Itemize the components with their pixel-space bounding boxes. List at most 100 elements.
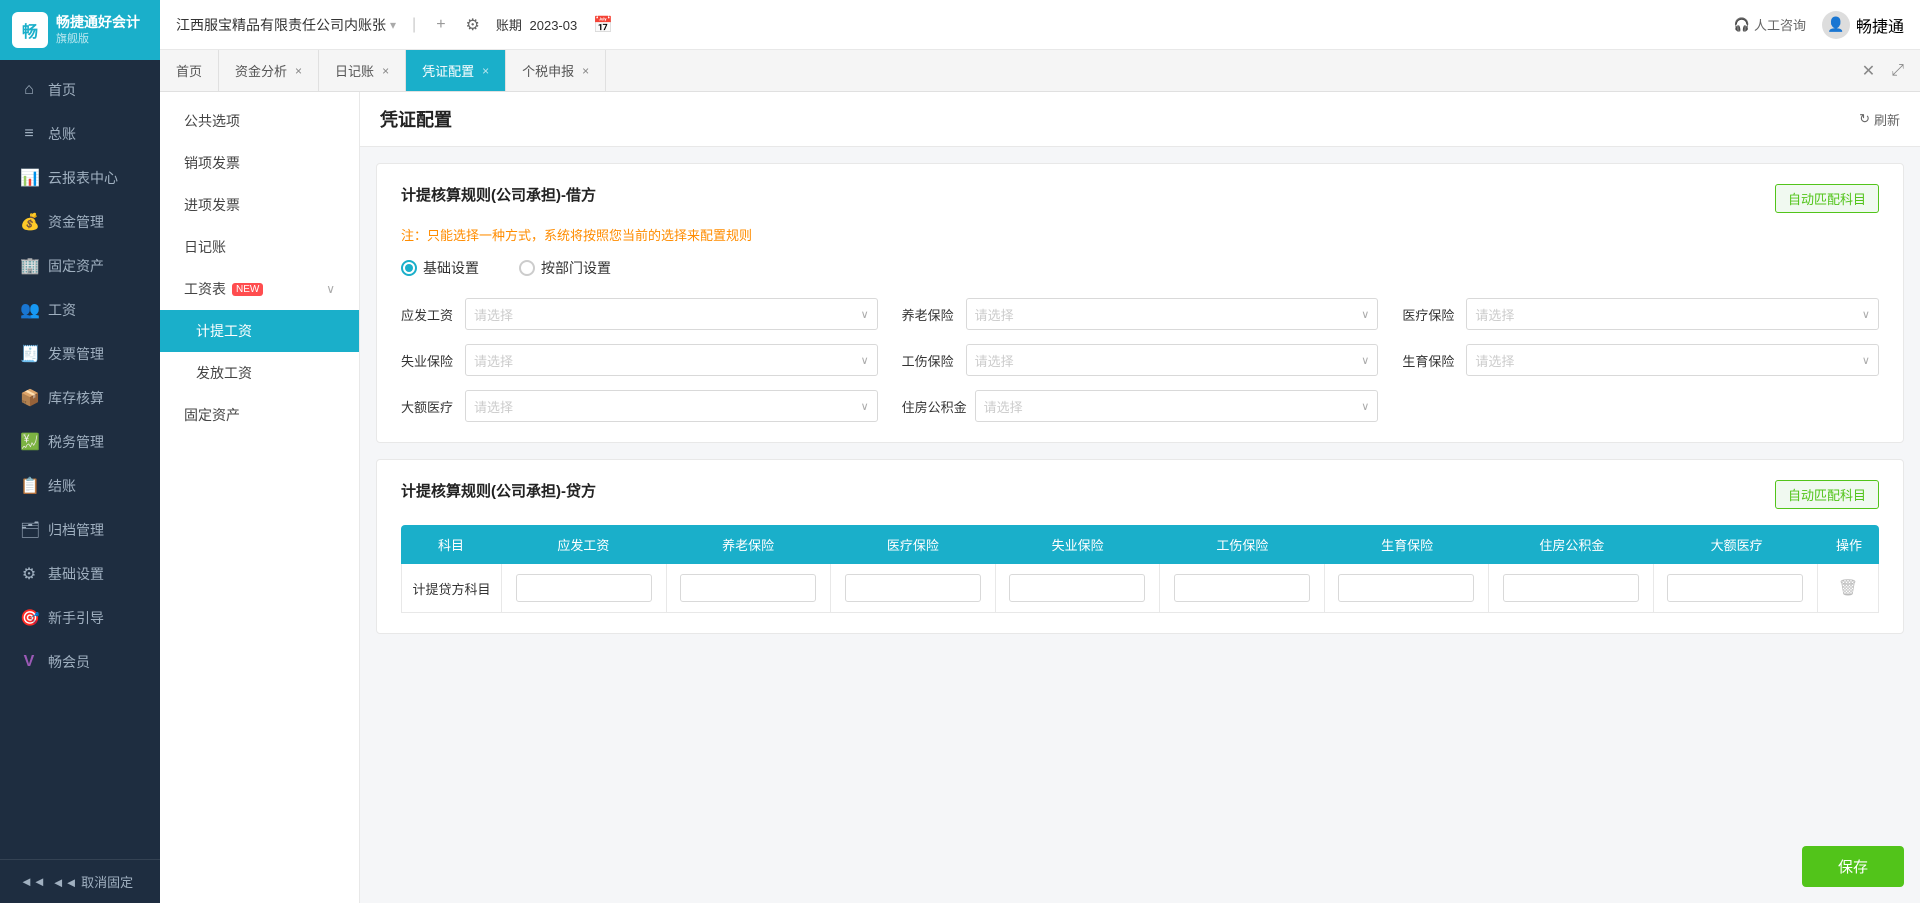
left-panel-item-salary-payment[interactable]: 发放工资 <box>160 352 359 394</box>
radio-dot <box>405 264 413 272</box>
select-arrow-icon: ∨ <box>861 308 869 321</box>
sidebar-item-inventory[interactable]: 📦 库存核算 <box>0 376 160 420</box>
sidebar-item-tax[interactable]: 💹 税务管理 <box>0 420 160 464</box>
left-panel-item-accrued-salary[interactable]: 计提工资 <box>160 310 359 352</box>
tab-journal[interactable]: 日记账 × <box>319 50 406 91</box>
sidebar-item-home[interactable]: ⌂ 首页 <box>0 68 160 112</box>
calendar-icon[interactable]: 📅 <box>593 15 613 35</box>
input-pension[interactable] <box>680 574 816 602</box>
select-housing-fund[interactable]: 请选择 ∨ <box>975 390 1379 422</box>
select-medical[interactable]: 请选择 ∨ <box>1466 298 1879 330</box>
tab-actions: ✕ ⤢ <box>1846 50 1920 91</box>
auto-match-debit-button[interactable]: 自动匹配科目 <box>1775 184 1879 213</box>
td-housing-input[interactable] <box>1489 564 1654 612</box>
left-panel-item-payroll-table[interactable]: 工资表 NEW ∨ <box>160 268 359 310</box>
debit-section-note: 注：只能选择一种方式，系统将按照您当前的选择来配置规则 <box>401 225 1879 244</box>
left-panel-item-journal[interactable]: 日记账 <box>160 226 359 268</box>
auto-match-credit-button[interactable]: 自动匹配科目 <box>1775 480 1879 509</box>
td-medical-input[interactable] <box>831 564 996 612</box>
label-medical: 医疗保险 <box>1402 305 1458 324</box>
input-medical[interactable] <box>845 574 981 602</box>
field-unemployment: 失业保险 请选择 ∨ <box>401 344 878 376</box>
period-label: 账期 2023-03 <box>496 15 577 34</box>
delete-row-icon[interactable]: 🗑 <box>1838 578 1858 598</box>
tab-home-label: 首页 <box>176 61 202 80</box>
td-basic-wage-input[interactable] <box>502 564 667 612</box>
tab-voucher-config-close[interactable]: × <box>482 64 489 78</box>
content-area: 公共选项 销项发票 进项发票 日记账 工资表 NEW ∨ 计提工资 发放工资 <box>160 92 1920 903</box>
tab-journal-close[interactable]: × <box>382 64 389 78</box>
select-unemployment[interactable]: 请选择 ∨ <box>465 344 878 376</box>
input-basic-wage[interactable] <box>516 574 652 602</box>
td-injury-input[interactable] <box>1160 564 1325 612</box>
label-injury: 工伤保险 <box>902 351 958 370</box>
td-large-medical-input[interactable] <box>1654 564 1819 612</box>
td-maternity-input[interactable] <box>1325 564 1490 612</box>
new-badge: NEW <box>232 283 263 296</box>
sidebar-item-assets[interactable]: 🏢 固定资产 <box>0 244 160 288</box>
sidebar-item-funds[interactable]: 💰 资金管理 <box>0 200 160 244</box>
left-panel: 公共选项 销项发票 进项发票 日记账 工资表 NEW ∨ 计提工资 发放工资 <box>160 92 360 903</box>
radio-basic-setting[interactable]: 基础设置 <box>401 258 479 278</box>
placeholder-medical: 请选择 <box>1475 305 1514 324</box>
input-injury[interactable] <box>1174 574 1310 602</box>
label-unemployment: 失业保险 <box>401 351 457 370</box>
sidebar-item-settings[interactable]: ⚙ 基础设置 <box>0 552 160 596</box>
close-window-button[interactable]: ✕ <box>1858 57 1879 85</box>
left-panel-item-purchase-invoice[interactable]: 进项发票 <box>160 184 359 226</box>
service-label: 人工咨询 <box>1754 15 1806 34</box>
add-company-button[interactable]: + <box>432 12 449 38</box>
sidebar-item-label: 畅会员 <box>48 652 90 672</box>
sidebar-item-invoice[interactable]: 🧾 发票管理 <box>0 332 160 376</box>
expand-window-button[interactable]: ⤢ <box>1887 58 1908 84</box>
tab-tax-return-close[interactable]: × <box>582 64 589 78</box>
select-basic-wage[interactable]: 请选择 ∨ <box>465 298 878 330</box>
select-injury[interactable]: 请选择 ∨ <box>966 344 1379 376</box>
radio-basic-circle <box>401 260 417 276</box>
select-large-medical[interactable]: 请选择 ∨ <box>465 390 878 422</box>
tab-voucher-config[interactable]: 凭证配置 × <box>406 50 506 91</box>
radio-dept-setting[interactable]: 按部门设置 <box>519 258 611 278</box>
sidebar-collapse-button[interactable]: ◄◄ ◄◄ 取消固定 <box>0 859 160 903</box>
th-basic-wage: 应发工资 <box>501 525 666 564</box>
main-area: 江西服宝精品有限责任公司内账张 ▾ | + ⚙ 账期 2023-03 📅 🎧 人… <box>160 0 1920 903</box>
input-maternity[interactable] <box>1338 574 1474 602</box>
left-panel-item-fixed-assets[interactable]: 固定资产 <box>160 394 359 436</box>
sidebar-item-reports[interactable]: 📊 云报表中心 <box>0 156 160 200</box>
sidebar-item-ledger[interactable]: ≡ 总账 <box>0 112 160 156</box>
sidebar-item-archive[interactable]: 🗂 归档管理 <box>0 508 160 552</box>
settings-icon: ⚙ <box>20 564 38 584</box>
td-unemployment-input[interactable] <box>996 564 1161 612</box>
input-large-medical[interactable] <box>1667 574 1803 602</box>
select-maternity[interactable]: 请选择 ∨ <box>1466 344 1879 376</box>
tab-tax-return[interactable]: 个税申报 × <box>506 50 606 91</box>
credit-section-title: 计提核算规则(公司承担)-贷方 <box>401 480 1879 501</box>
left-panel-item-public[interactable]: 公共选项 <box>160 100 359 142</box>
save-button[interactable]: 保存 <box>1802 846 1904 887</box>
tab-fund-analysis[interactable]: 资金分析 × <box>219 50 319 91</box>
sidebar-item-close[interactable]: 📋 结账 <box>0 464 160 508</box>
refresh-button[interactable]: ↻ 刷新 <box>1859 110 1900 129</box>
sidebar-item-vip[interactable]: V 畅会员 <box>0 640 160 684</box>
debit-form-grid: 应发工资 请选择 ∨ 养老保险 请选择 ∨ <box>401 298 1879 422</box>
service-button[interactable]: 🎧 人工咨询 <box>1734 15 1806 34</box>
company-settings-button[interactable]: ⚙ <box>462 11 484 39</box>
left-panel-item-sales-invoice[interactable]: 销项发票 <box>160 142 359 184</box>
tab-home[interactable]: 首页 <box>160 50 219 91</box>
td-pension-input[interactable] <box>667 564 832 612</box>
sidebar-item-label: 归档管理 <box>48 520 104 540</box>
user-menu[interactable]: 👤 畅捷通 <box>1822 11 1904 39</box>
tab-fund-analysis-close[interactable]: × <box>295 64 302 78</box>
th-subject: 科目 <box>401 525 501 564</box>
page-title: 凭证配置 <box>380 106 452 132</box>
select-pension[interactable]: 请选择 ∨ <box>966 298 1379 330</box>
td-delete[interactable]: 🗑 <box>1818 564 1878 612</box>
company-selector[interactable]: 江西服宝精品有限责任公司内账张 ▾ <box>176 15 396 35</box>
sidebar-item-salary[interactable]: 👥 工资 <box>0 288 160 332</box>
assets-icon: 🏢 <box>20 256 38 276</box>
input-housing[interactable] <box>1503 574 1639 602</box>
label-maternity: 生育保险 <box>1402 351 1458 370</box>
sidebar-item-guide[interactable]: 🎯 新手引导 <box>0 596 160 640</box>
home-icon: ⌂ <box>20 81 38 99</box>
input-unemployment[interactable] <box>1009 574 1145 602</box>
